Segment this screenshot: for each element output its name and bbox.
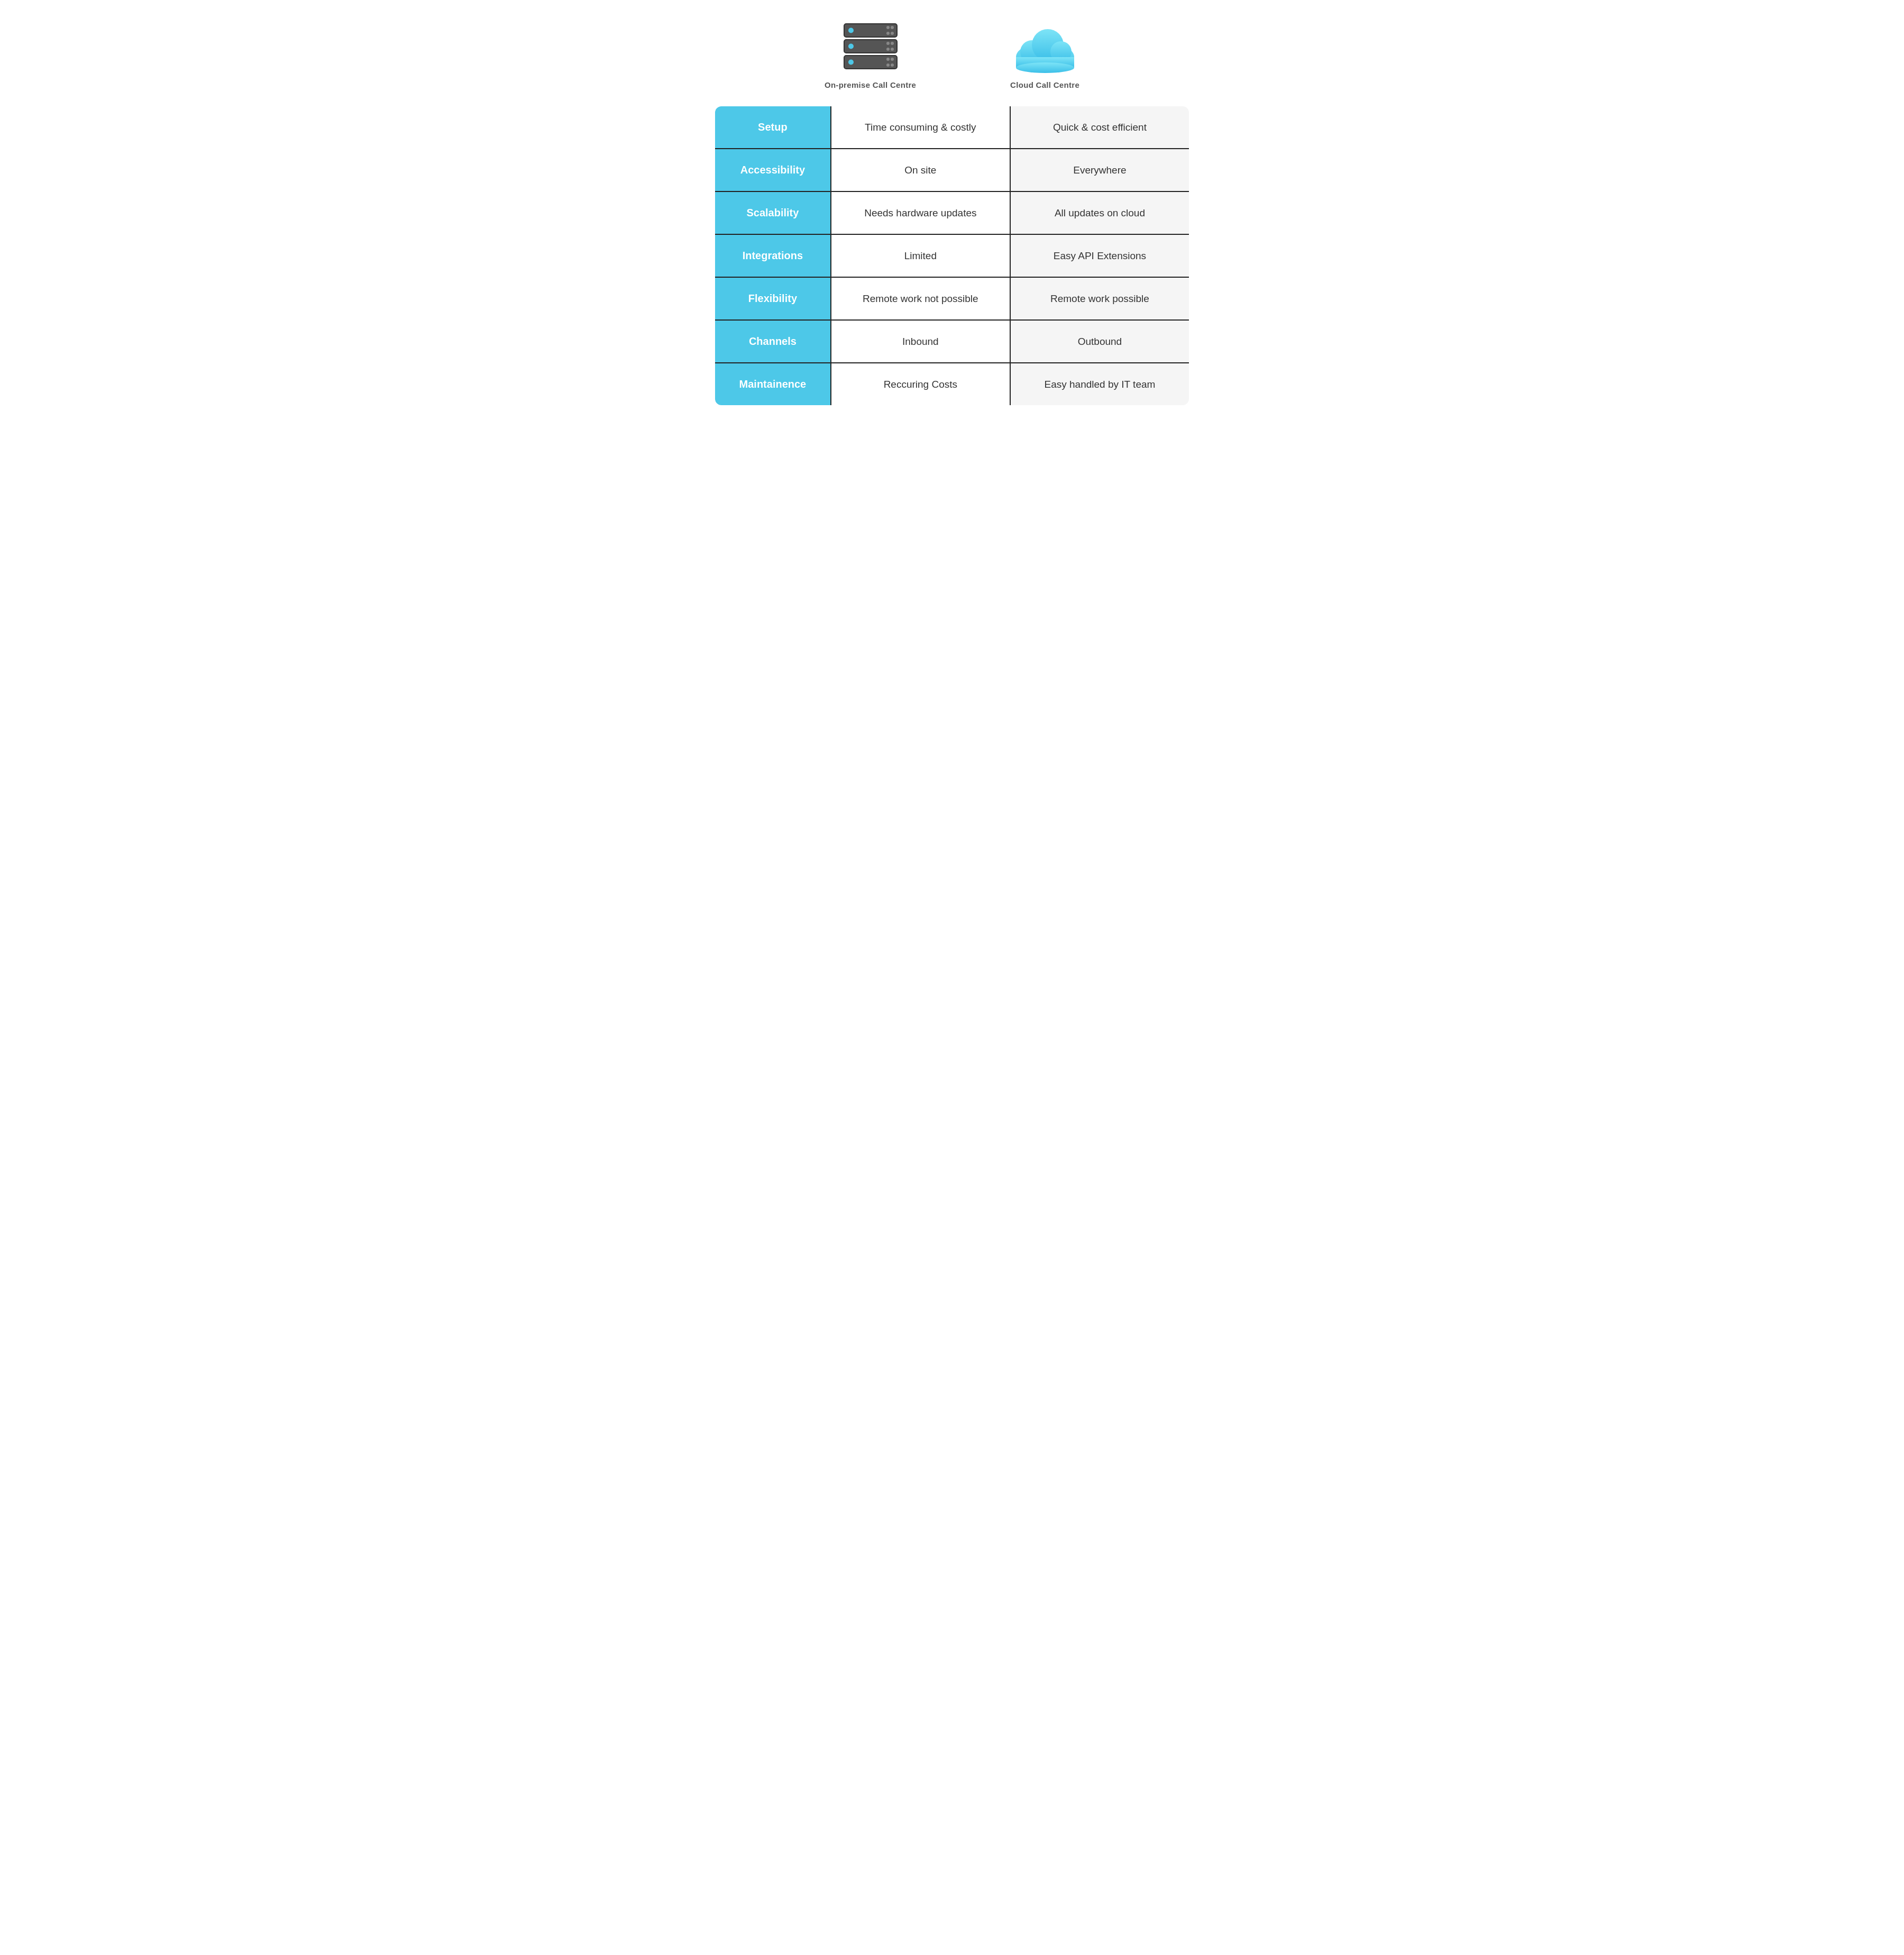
svg-point-4 bbox=[886, 32, 890, 35]
svg-point-1 bbox=[848, 28, 854, 33]
svg-point-2 bbox=[886, 26, 890, 29]
svg-point-11 bbox=[891, 48, 894, 51]
table-row: FlexibilityRemote work not possibleRemot… bbox=[715, 277, 1189, 320]
header-icons: On-premise Call Centre bbox=[714, 21, 1190, 89]
row-label-scalability: Scalability bbox=[715, 191, 831, 234]
row-label-flexibility: Flexibility bbox=[715, 277, 831, 320]
page-container: On-premise Call Centre bbox=[714, 21, 1190, 406]
row-on-premise-maintainence: Reccuring Costs bbox=[831, 363, 1010, 406]
svg-point-9 bbox=[891, 42, 894, 45]
svg-point-10 bbox=[886, 48, 890, 51]
svg-point-5 bbox=[891, 32, 894, 35]
row-on-premise-channels: Inbound bbox=[831, 320, 1010, 363]
svg-point-8 bbox=[886, 42, 890, 45]
row-label-integrations: Integrations bbox=[715, 234, 831, 277]
comparison-table: SetupTime consuming & costlyQuick & cost… bbox=[714, 105, 1190, 406]
table-row: ChannelsInboundOutbound bbox=[715, 320, 1189, 363]
row-cloud-setup: Quick & cost efficient bbox=[1010, 106, 1189, 149]
svg-point-23 bbox=[1016, 62, 1074, 73]
cloud-icon bbox=[1011, 21, 1079, 74]
row-on-premise-flexibility: Remote work not possible bbox=[831, 277, 1010, 320]
table-row: MaintainenceReccuring CostsEasy handled … bbox=[715, 363, 1189, 406]
row-cloud-accessibility: Everywhere bbox=[1010, 149, 1189, 191]
row-cloud-maintainence: Easy handled by IT team bbox=[1010, 363, 1189, 406]
svg-point-7 bbox=[848, 44, 854, 49]
svg-point-14 bbox=[886, 58, 890, 61]
row-cloud-flexibility: Remote work possible bbox=[1010, 277, 1189, 320]
table-row: AccessibilityOn siteEverywhere bbox=[715, 149, 1189, 191]
row-on-premise-integrations: Limited bbox=[831, 234, 1010, 277]
row-cloud-channels: Outbound bbox=[1010, 320, 1189, 363]
row-on-premise-scalability: Needs hardware updates bbox=[831, 191, 1010, 234]
row-cloud-scalability: All updates on cloud bbox=[1010, 191, 1189, 234]
row-label-channels: Channels bbox=[715, 320, 831, 363]
svg-point-3 bbox=[891, 26, 894, 29]
svg-point-16 bbox=[886, 63, 890, 67]
table-row: IntegrationsLimitedEasy API Extensions bbox=[715, 234, 1189, 277]
row-label-maintainence: Maintainence bbox=[715, 363, 831, 406]
table-row: ScalabilityNeeds hardware updatesAll upd… bbox=[715, 191, 1189, 234]
row-label-setup: Setup bbox=[715, 106, 831, 149]
server-icon bbox=[841, 21, 900, 74]
row-cloud-integrations: Easy API Extensions bbox=[1010, 234, 1189, 277]
cloud-label: Cloud Call Centre bbox=[1010, 80, 1079, 89]
on-premise-label: On-premise Call Centre bbox=[825, 80, 916, 89]
row-label-accessibility: Accessibility bbox=[715, 149, 831, 191]
on-premise-header: On-premise Call Centre bbox=[825, 21, 916, 89]
cloud-header: Cloud Call Centre bbox=[1010, 21, 1079, 89]
svg-point-15 bbox=[891, 58, 894, 61]
row-on-premise-setup: Time consuming & costly bbox=[831, 106, 1010, 149]
table-row: SetupTime consuming & costlyQuick & cost… bbox=[715, 106, 1189, 149]
svg-point-17 bbox=[891, 63, 894, 67]
row-on-premise-accessibility: On site bbox=[831, 149, 1010, 191]
svg-point-13 bbox=[848, 60, 854, 65]
